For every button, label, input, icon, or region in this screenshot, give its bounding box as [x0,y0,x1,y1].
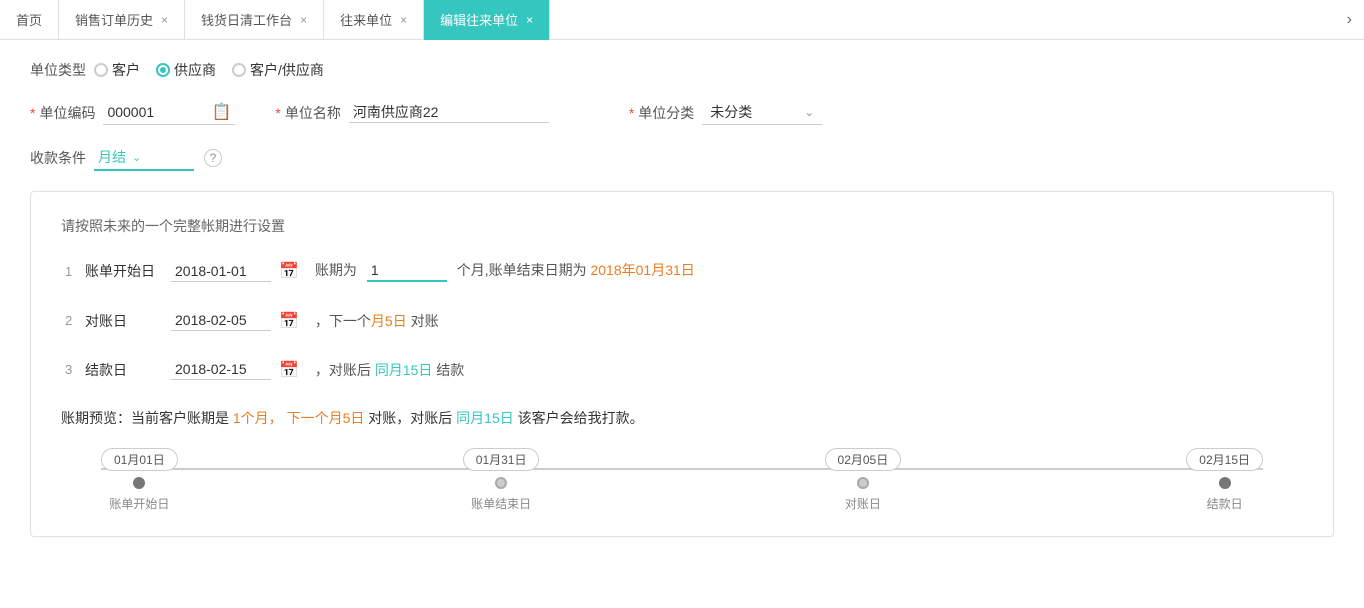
period-label-2: 对账日 [85,311,155,331]
radio-both[interactable]: 客户/供应商 [232,60,324,80]
highlight-month5: 月5日 [371,313,407,329]
timeline-point-2: 01月31日 账单结束日 [463,448,540,512]
unit-info-row: * 单位编码 📋 * 单位名称 * 单位分类 未分类 ⌄ [30,100,1334,125]
timeline-label-2: 账单结束日 [471,495,531,512]
calendar-icon-2[interactable]: 📅 [279,311,299,331]
calendar-icon-1[interactable]: 📅 [279,261,299,281]
unit-type-row: 单位类型 客户 供应商 客户/供应商 [30,60,1334,80]
unit-class-arrow: ⌄ [804,105,814,119]
unit-type-radio-group: 客户 供应商 客户/供应商 [94,60,324,80]
date-input-3: 2018-02-15 📅 [171,359,299,380]
timeline-badge-3: 02月05日 [825,448,902,471]
unit-class-group: * 单位分类 未分类 ⌄ [629,100,822,125]
tabs-bar: 首页 销售订单历史 × 钱货日清工作台 × 往来单位 × 编辑往来单位 × › [0,0,1364,40]
unit-name-label: 单位名称 [285,103,341,123]
unit-name-required: * [275,105,280,121]
card-hint: 请按照未来的一个完整帐期进行设置 [61,216,1303,236]
tab-partner[interactable]: 往来单位 × [324,0,424,40]
payment-condition-value: 月结 [98,147,126,167]
timeline-dot-4 [1219,477,1231,489]
calendar-icon-3[interactable]: 📅 [279,360,299,380]
help-icon[interactable]: ? [204,149,222,167]
date-input-1: 2018-01-01 📅 [171,261,299,282]
tab-edit-partner[interactable]: 编辑往来单位 × [424,0,550,40]
unit-name-group: * 单位名称 [275,102,548,123]
preview-part1: 1个月， [233,410,283,426]
timeline-point-3: 02月05日 对账日 [825,448,902,512]
timeline-dot-2 [495,477,507,489]
period-desc-2: ，下一个月5日 对账 [315,311,439,331]
unit-name-input[interactable] [349,102,549,123]
inner-card: 请按照未来的一个完整帐期进行设置 1 账单开始日 2018-01-01 📅 账期… [30,191,1334,537]
radio-circle-both [232,63,246,77]
radio-supplier[interactable]: 供应商 [156,60,216,80]
close-tab-cash-work[interactable]: × [300,13,307,27]
copy-icon[interactable]: 📋 [211,102,231,122]
unit-code-group: * 单位编码 📋 [30,100,235,125]
unit-code-required: * [30,105,35,121]
timeline-dot-1 [133,477,145,489]
date-value-1: 2018-01-01 [171,261,271,282]
period-row-2: 2 对账日 2018-02-05 📅 ，下一个月5日 对账 [61,310,1303,331]
preview-part3: 同月15日 [456,410,514,426]
timeline-label-3: 对账日 [845,495,881,512]
payment-condition-label: 收款条件 [30,148,86,168]
period-num-2: 2 [65,313,85,328]
timeline-badge-2: 01月31日 [463,448,540,471]
unit-type-label: 单位类型 [30,60,86,80]
highlight-same-month15: 同月15日 [375,362,433,378]
period-row-3: 3 结款日 2018-02-15 📅 ，对账后 同月15日 结款 [61,359,1303,380]
period-row-1: 1 账单开始日 2018-01-01 📅 账期为 个月,账单结束日期为 2018… [61,260,1303,282]
radio-circle-supplier [156,63,170,77]
unit-code-input-wrapper: 📋 [103,100,235,125]
close-tab-edit-partner[interactable]: × [526,13,533,27]
page-content: 单位类型 客户 供应商 客户/供应商 * 单位编码 [0,40,1364,608]
radio-circle-customer [94,63,108,77]
period-desc-1: 账期为 个月,账单结束日期为 2018年01月31日 [315,260,695,282]
unit-class-label: 单位分类 [638,103,694,123]
date-highlight-1: 2018年01月31日 [590,262,694,278]
radio-customer[interactable]: 客户 [94,60,140,80]
unit-class-value: 未分类 [710,102,796,122]
tab-cash-work[interactable]: 钱货日清工作台 × [185,0,324,40]
date-input-2: 2018-02-05 📅 [171,310,299,331]
unit-code-input[interactable] [107,104,207,120]
unit-class-required: * [629,105,634,121]
payment-condition-row: 收款条件 月结 ⌄ ? [30,145,1334,171]
timeline-label-1: 账单开始日 [109,495,169,512]
period-desc-3: ，对账后 同月15日 结款 [315,360,464,380]
timeline-point-4: 02月15日 结款日 [1186,448,1263,512]
preview-part2: 下一个月5日 [287,410,365,426]
close-tab-sales-history[interactable]: × [161,13,168,27]
tab-home[interactable]: 首页 [0,0,59,40]
timeline-dot-3 [857,477,869,489]
period-num-1: 1 [65,264,85,279]
close-tab-partner[interactable]: × [400,13,407,27]
date-value-3: 2018-02-15 [171,359,271,380]
period-num-3: 3 [65,362,85,377]
preview-text: 账期预览：当前客户账期是 1个月， 下一个月5日 对账，对账后 同月15日 该客… [61,408,1303,428]
tabs-more-button[interactable]: › [1335,11,1364,29]
timeline-point-1: 01月01日 账单开始日 [101,448,178,512]
payment-condition-select[interactable]: 月结 ⌄ [94,145,194,171]
unit-type-group: 单位类型 客户 供应商 客户/供应商 [30,60,324,80]
timeline-badge-4: 02月15日 [1186,448,1263,471]
month-input[interactable] [367,260,447,282]
tab-sales-history[interactable]: 销售订单历史 × [59,0,185,40]
period-label-1: 账单开始日 [85,261,155,281]
timeline-label-4: 结款日 [1207,495,1243,512]
date-value-2: 2018-02-05 [171,310,271,331]
timeline-badge-1: 01月01日 [101,448,178,471]
payment-condition-arrow: ⌄ [132,151,141,164]
period-label-3: 结款日 [85,360,155,380]
unit-code-label: 单位编码 [39,103,95,123]
timeline-wrapper: 01月01日 账单开始日 01月31日 账单结束日 02月05日 对账日 [61,448,1303,512]
unit-class-select[interactable]: 未分类 ⌄ [702,100,822,125]
